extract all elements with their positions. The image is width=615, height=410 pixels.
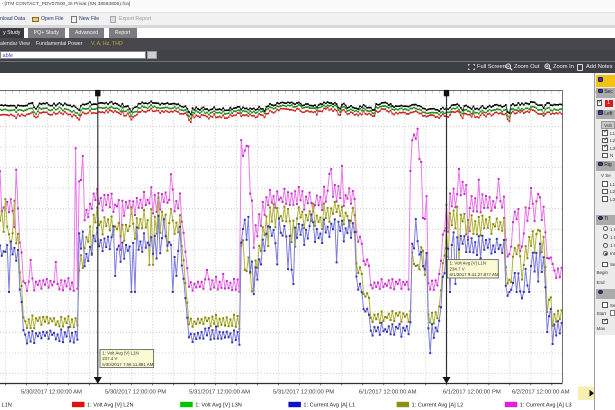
svg-text:6/1/2017 9:41:27.877 AM: 6/1/2017 9:41:27.877 AM xyxy=(450,272,499,277)
svg-text:1: Volt Avg [V] L1N: 1: Volt Avg [V] L1N xyxy=(450,261,487,266)
svg-text:5/31/2017 12:00:00 AM: 5/31/2017 12:00:00 AM xyxy=(189,388,250,395)
svg-text:1: Current Avg [A] L2: 1: Current Avg [A] L2 xyxy=(412,402,464,409)
svg-text:1: Volt Avg [V] L2N: 1: Volt Avg [V] L2N xyxy=(87,402,134,409)
svg-text:6/2/2017 12:00:00 AM: 6/2/2017 12:00:00 AM xyxy=(512,388,570,395)
svg-text:237.4 V: 237.4 V xyxy=(102,356,117,361)
svg-text:1: Current Avg [A] L3: 1: Current Avg [A] L3 xyxy=(520,402,572,409)
svg-text:5/31/2017 12:00:00 PM: 5/31/2017 12:00:00 PM xyxy=(273,388,334,395)
svg-text:L1N: L1N xyxy=(2,403,12,409)
svg-text:234.7 V: 234.7 V xyxy=(450,266,465,271)
svg-text:1: Current Avg [A] L1: 1: Current Avg [A] L1 xyxy=(303,402,355,409)
svg-text:1: Volt Avg [V] L3N: 1: Volt Avg [V] L3N xyxy=(195,402,242,409)
svg-text:1: Volt Avg [V] L1N: 1: Volt Avg [V] L1N xyxy=(102,351,139,356)
svg-text:6/1/2017 12:00:00 PM: 6/1/2017 12:00:00 PM xyxy=(443,388,501,395)
svg-text:5/30/2017 12:00:00 PM: 5/30/2017 12:00:00 PM xyxy=(105,388,166,395)
svg-text:5/30/2017 7:56:11.881 AM: 5/30/2017 7:56:11.881 AM xyxy=(102,362,154,367)
svg-text:5/30/2017 12:00:00 AM: 5/30/2017 12:00:00 AM xyxy=(21,388,82,395)
svg-text:6/1/2017 12:00:00 AM: 6/1/2017 12:00:00 AM xyxy=(359,388,417,395)
